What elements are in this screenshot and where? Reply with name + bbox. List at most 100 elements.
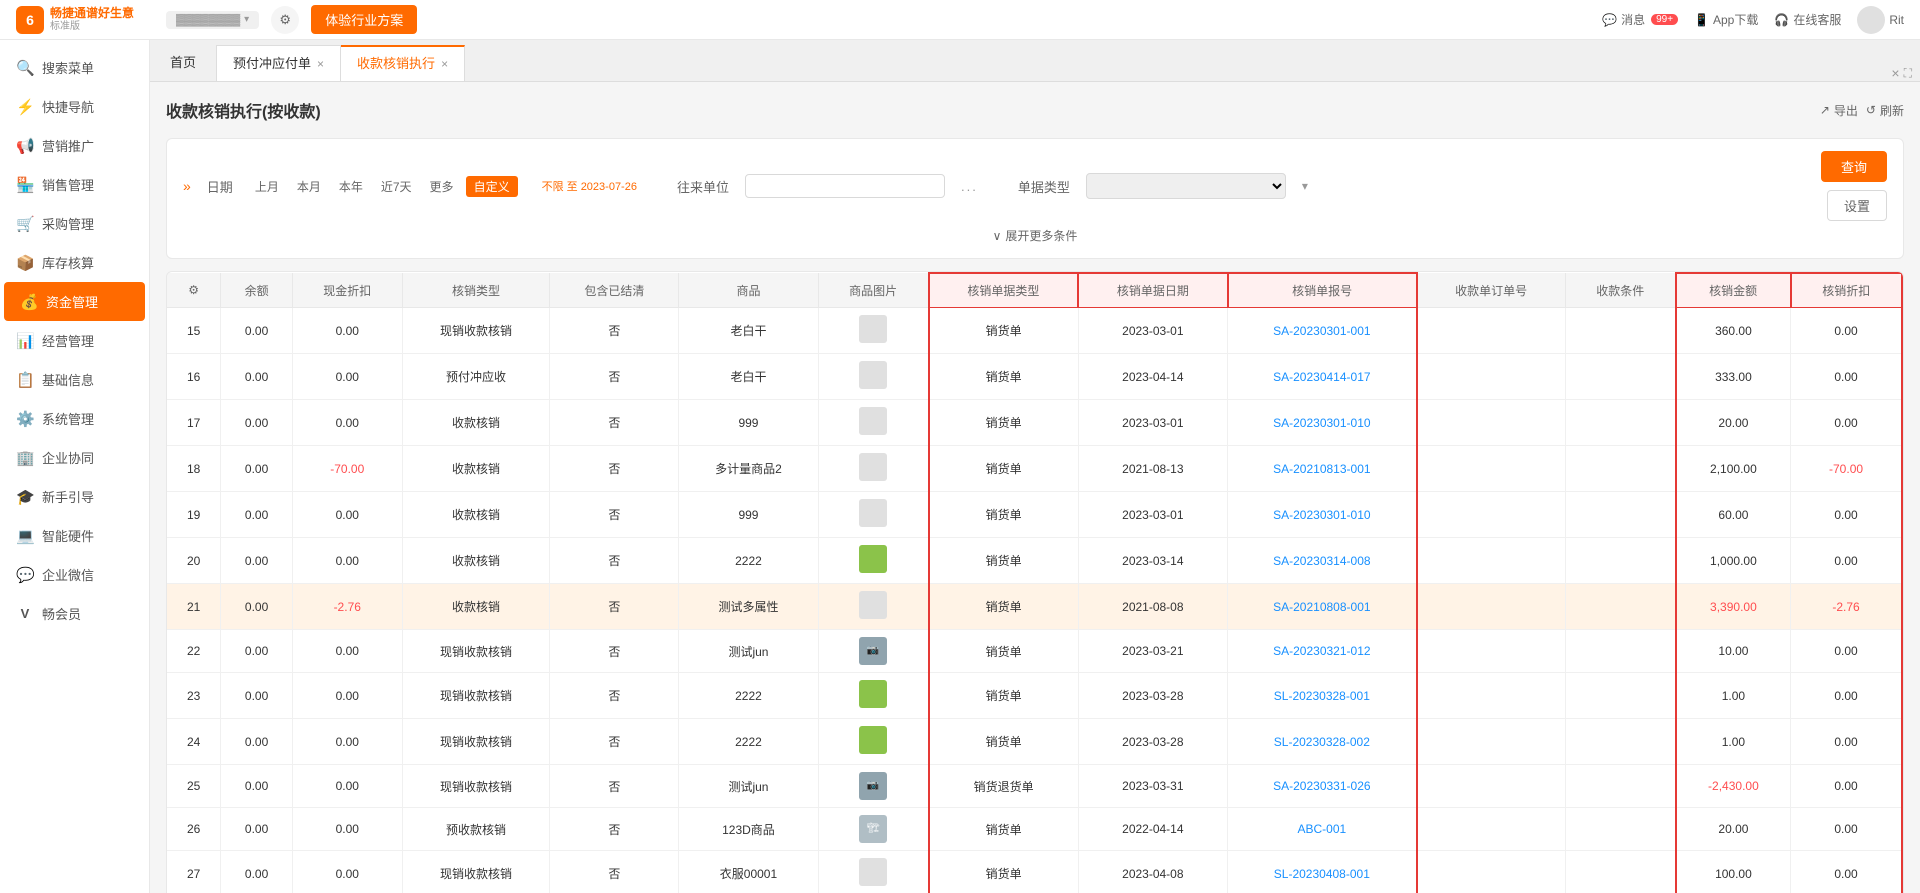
cell-bill-report-date: 2023-03-01 [1078,492,1227,538]
tab-close-all[interactable]: × [1891,65,1899,81]
date-btn-this-month[interactable]: 本月 [291,176,327,197]
filter-toggle[interactable]: » [183,178,191,194]
app-download[interactable]: 📱 App下载 [1694,11,1758,28]
sidebar-item-sales[interactable]: 🏪 销售管理 [0,165,149,204]
cell-bill-report-no[interactable]: SA-20230331-026 [1228,765,1417,808]
settings-icon[interactable]: ⚙ [271,6,299,34]
tab-bar: 首页 预付冲应付单 × 收款核销执行 × × ⛶ [150,40,1920,82]
cell-balance: 0.00 [221,851,293,893]
table-wrapper: ⚙ 余额 现金折扣 核销类型 包含已结清 商品 商品图片 核销单据类型 核销单据… [166,271,1904,893]
cell-product: 123D商品 [679,808,818,851]
cell-receipt-order-no [1417,308,1566,354]
cell-bill-report-no[interactable]: SA-20230321-012 [1228,630,1417,673]
cell-bill-report-no[interactable]: SL-20230328-001 [1228,673,1417,719]
sidebar-item-basic[interactable]: 📋 基础信息 [0,360,149,399]
tab-home[interactable]: 首页 [150,45,217,81]
cell-bill-report-date: 2023-04-08 [1078,851,1227,893]
col-receipt-order-no: 收款单订单号 [1417,273,1566,308]
tab-fullscreen[interactable]: ⛶ [1904,66,1912,81]
sidebar-item-system[interactable]: ⚙️ 系统管理 [0,399,149,438]
filter-dots: ... [961,179,978,194]
logo-title: 畅捷通谱好生意 [50,6,134,20]
cell-cancel-discount: 0.00 [1791,492,1902,538]
filter-settings-button[interactable]: 设置 [1827,190,1887,221]
query-button[interactable]: 查询 [1821,151,1887,182]
cell-bill-report-date: 2023-03-28 [1078,673,1227,719]
export-button[interactable]: ↗ 导出 [1820,102,1858,119]
sidebar-item-wechat[interactable]: 💬 企业微信 [0,555,149,594]
sidebar-item-finance[interactable]: 💰 资金管理 [4,282,145,321]
partner-input[interactable] [745,174,945,198]
sidebar-item-quicknav[interactable]: ⚡ 快捷导航 [0,87,149,126]
quicknav-icon: ⚡ [16,98,34,116]
cell-cash-discount: 0.00 [292,630,402,673]
tab-receipt-close[interactable]: × [441,46,448,82]
sidebar-item-enterprise[interactable]: 🏢 企业协同 [0,438,149,477]
cell-product: 测试多属性 [679,584,818,630]
expand-conditions[interactable]: ∨ 展开更多条件 [183,221,1887,246]
cell-balance: 0.00 [221,584,293,630]
sidebar-item-vip[interactable]: V 畅会员 [0,594,149,633]
sidebar-item-inventory[interactable]: 📦 库存核算 [0,243,149,282]
cell-bill-report-type: 销货单 [929,673,1078,719]
cell-bill-report-no[interactable]: ABC-001 [1228,808,1417,851]
cell-bill-report-no[interactable]: SA-20230301-001 [1228,308,1417,354]
sidebar-item-search[interactable]: 🔍 搜索菜单 [0,48,149,87]
sidebar-item-marketing[interactable]: 📢 营销推广 [0,126,149,165]
cell-receipt-condition [1565,630,1676,673]
col-cancel-type: 核销类型 [402,273,550,308]
cell-product: 多计量商品2 [679,446,818,492]
date-btn-this-year[interactable]: 本年 [333,176,369,197]
cell-bill-report-no[interactable]: SL-20230328-002 [1228,719,1417,765]
tab-receipt-exec[interactable]: 收款核销执行 × [341,45,465,81]
partner-label: 往来单位 [677,177,729,196]
cell-bill-report-no[interactable]: SA-20230414-017 [1228,354,1417,400]
cell-product-image [818,446,929,492]
cell-bill-report-no[interactable]: SA-20230301-010 [1228,492,1417,538]
online-service[interactable]: 🎧 在线客服 [1774,11,1841,28]
user-info[interactable]: Rit [1857,6,1904,34]
cell-rownum: 20 [167,538,221,584]
export-icon: ↗ [1820,103,1830,117]
date-custom[interactable]: 自定义 [466,176,518,197]
cell-rownum: 19 [167,492,221,538]
refresh-button[interactable]: ↺ 刷新 [1866,102,1904,119]
logo-icon: 6 [16,6,44,34]
col-bill-report-date: 核销单据日期 [1078,273,1227,308]
sidebar-item-management[interactable]: 📊 经营管理 [0,321,149,360]
cell-balance: 0.00 [221,630,293,673]
col-balance: 余额 [221,273,293,308]
cell-bill-report-no[interactable]: SA-20210813-001 [1228,446,1417,492]
bill-type-select[interactable] [1086,173,1286,199]
date-btn-last-month[interactable]: 上月 [249,176,285,197]
sidebar-item-guide[interactable]: 🎓 新手引导 [0,477,149,516]
company-selector[interactable]: ▓▓▓▓▓▓▓▓ ▾ [166,11,259,29]
cell-receipt-condition [1565,446,1676,492]
cell-cancel-discount: -70.00 [1791,446,1902,492]
date-btn-more[interactable]: 更多 [424,176,460,197]
sidebar-item-hardware[interactable]: 💻 智能硬件 [0,516,149,555]
cell-cancel-discount: 0.00 [1791,400,1902,446]
cell-receipt-condition [1565,354,1676,400]
cell-bill-report-type: 销货单 [929,719,1078,765]
cell-bill-report-no[interactable]: SA-20210808-001 [1228,584,1417,630]
tab-prepay[interactable]: 预付冲应付单 × [217,45,341,81]
cell-product-image [818,584,929,630]
message-icon[interactable]: 💬 消息 99+ [1602,11,1678,28]
cell-cancel-type: 收款核销 [402,400,550,446]
tab-receipt-label: 收款核销执行 [357,46,435,82]
filter-bar: » 日期 上月 本月 本年 近7天 更多 自定义 不限 至 2023-07-26… [166,138,1904,259]
tab-prepay-close[interactable]: × [317,46,324,82]
col-settings[interactable]: ⚙ [167,273,221,308]
industry-button[interactable]: 体验行业方案 [311,5,417,34]
sidebar-item-purchase[interactable]: 🛒 采购管理 [0,204,149,243]
cell-receipt-order-no [1417,492,1566,538]
cell-bill-report-date: 2023-04-14 [1078,354,1227,400]
date-btn-7days[interactable]: 近7天 [375,176,418,197]
cell-bill-report-no[interactable]: SL-20230408-001 [1228,851,1417,893]
cell-bill-report-no[interactable]: SA-20230314-008 [1228,538,1417,584]
table-row: 200.000.00收款核销否2222销货单2023-03-14SA-20230… [167,538,1902,584]
cell-cancel-type: 收款核销 [402,584,550,630]
table-row: 250.000.00现销收款核销否测试jun📷销货退货单2023-03-31SA… [167,765,1902,808]
cell-bill-report-no[interactable]: SA-20230301-010 [1228,400,1417,446]
